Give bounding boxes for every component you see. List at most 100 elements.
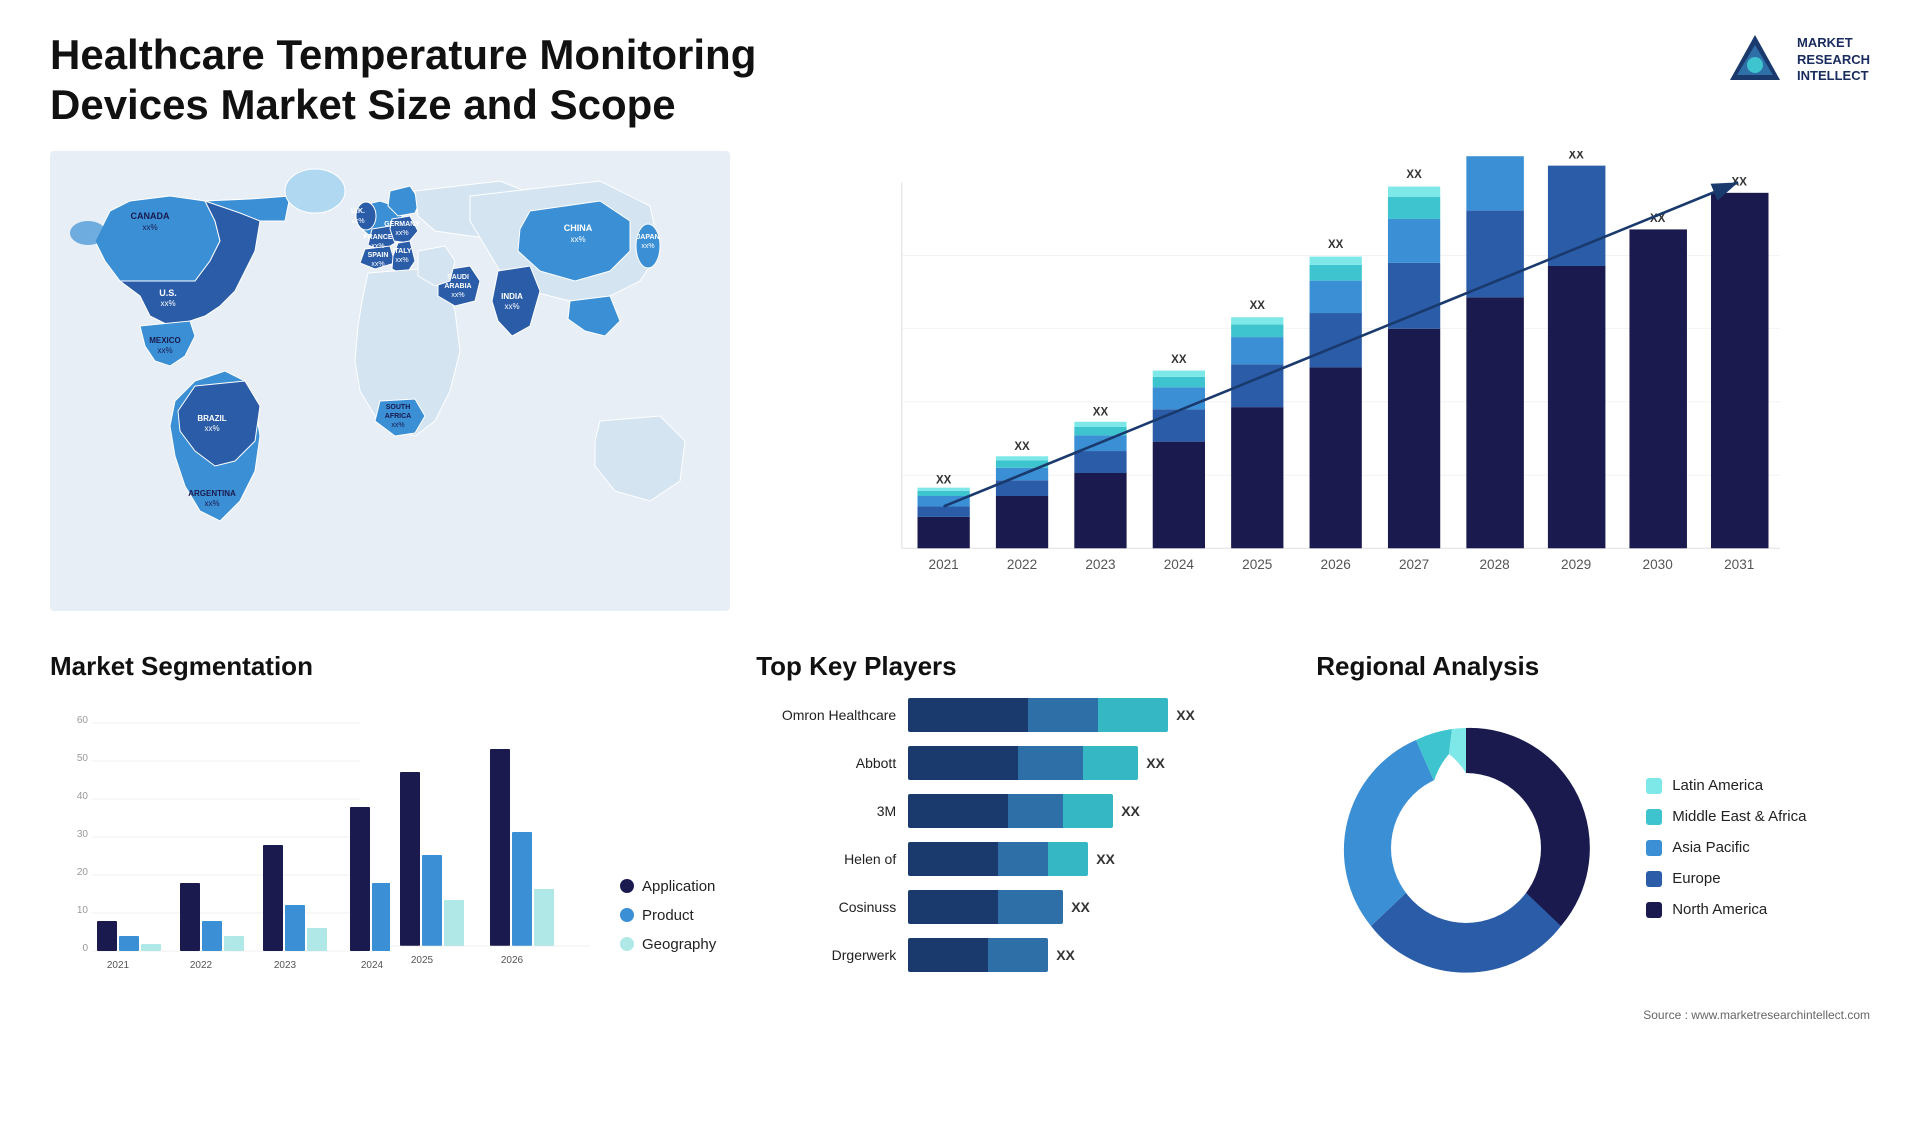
svg-text:50: 50 (77, 753, 89, 764)
donut-legend: Latin America Middle East & Africa Asia … (1646, 777, 1806, 918)
players-title: Top Key Players (756, 651, 1276, 682)
regional-title: Regional Analysis (1316, 651, 1870, 682)
color-mea (1646, 809, 1662, 825)
svg-text:xx%: xx% (157, 346, 172, 355)
legend-mea: Middle East & Africa (1646, 808, 1806, 825)
svg-text:XX: XX (1171, 354, 1187, 366)
svg-text:XX: XX (1568, 151, 1584, 161)
player-row-omron: Omron Healthcare XX (756, 698, 1276, 732)
svg-text:30: 30 (77, 829, 89, 840)
player-bar-3m: XX (908, 794, 1276, 828)
player-label-cosinuss: XX (1071, 899, 1090, 915)
player-label-drgerwerk: XX (1056, 947, 1075, 963)
logo-text: MARKET RESEARCH INTELLECT (1797, 35, 1870, 86)
svg-text:U.S.: U.S. (159, 288, 177, 298)
svg-text:xx%: xx% (641, 243, 654, 250)
player-bar-omron: XX (908, 698, 1276, 732)
seg-chart-svg-2: 2025 2026 (390, 698, 590, 978)
donut-area: Latin America Middle East & Africa Asia … (1316, 698, 1870, 998)
svg-text:XX: XX (1487, 151, 1503, 154)
page-container: Healthcare Temperature Monitoring Device… (0, 0, 1920, 1146)
seg-chart-svg: 0 10 20 30 40 50 60 (50, 703, 390, 983)
svg-text:XX: XX (1328, 239, 1344, 251)
logo-area: MARKET RESEARCH INTELLECT (1725, 30, 1870, 90)
player-bar-abbott: XX (908, 746, 1276, 780)
svg-text:2022: 2022 (1007, 557, 1037, 572)
svg-text:2023: 2023 (274, 960, 297, 971)
legend-dot-geography (620, 937, 634, 951)
color-north-america (1646, 902, 1662, 918)
player-row-3m: 3M XX (756, 794, 1276, 828)
svg-text:XX: XX (1732, 176, 1748, 188)
svg-text:xx%: xx% (395, 257, 408, 264)
svg-text:40: 40 (77, 791, 89, 802)
svg-text:2025: 2025 (411, 955, 434, 966)
svg-text:xx%: xx% (504, 302, 519, 311)
svg-text:2030: 2030 (1643, 557, 1674, 572)
svg-text:20: 20 (77, 867, 89, 878)
player-name-cosinuss: Cosinuss (756, 899, 896, 915)
player-name-abbott: Abbott (756, 755, 896, 771)
legend-label-product: Product (642, 907, 694, 924)
player-bar-cosinuss: XX (908, 890, 1276, 924)
svg-text:xx%: xx% (160, 299, 175, 308)
svg-text:SOUTH: SOUTH (386, 404, 411, 411)
players-section: Top Key Players Omron Healthcare XX Abbo… (756, 651, 1276, 1022)
svg-text:JAPAN: JAPAN (636, 234, 659, 241)
bottom-section: Market Segmentation 0 10 20 30 40 50 60 (50, 651, 1870, 1022)
bar-chart-container: XX XX XX (770, 151, 1870, 611)
player-name-omron: Omron Healthcare (756, 707, 896, 723)
svg-text:SAUDI: SAUDI (447, 274, 469, 281)
svg-text:2024: 2024 (1164, 557, 1195, 572)
svg-text:AFRICA: AFRICA (385, 413, 411, 420)
svg-text:ARABIA: ARABIA (444, 283, 471, 290)
legend-latin-america: Latin America (1646, 777, 1806, 794)
svg-text:60: 60 (77, 715, 89, 726)
player-label-3m: XX (1121, 803, 1140, 819)
legend-europe: Europe (1646, 870, 1806, 887)
svg-text:xx%: xx% (204, 499, 219, 508)
segmentation-title: Market Segmentation (50, 651, 716, 682)
player-name-3m: 3M (756, 803, 896, 819)
donut-chart (1316, 698, 1616, 998)
player-label-abbott: XX (1146, 755, 1165, 771)
svg-text:2027: 2027 (1399, 557, 1429, 572)
legend-item-geography: Geography (620, 936, 716, 953)
player-name-helen: Helen of (756, 851, 896, 867)
svg-text:XX: XX (1014, 441, 1030, 453)
svg-text:2021: 2021 (107, 960, 130, 971)
svg-text:ARGENTINA: ARGENTINA (188, 489, 236, 498)
world-map: CANADA xx% U.S. xx% MEXICO xx% BRAZIL xx… (50, 151, 730, 611)
color-europe (1646, 871, 1662, 887)
svg-text:U.K.: U.K. (351, 208, 365, 215)
svg-text:xx%: xx% (391, 422, 404, 429)
svg-text:2025: 2025 (1242, 557, 1272, 572)
player-row-drgerwerk: Drgerwerk XX (756, 938, 1276, 972)
svg-text:2021: 2021 (929, 557, 959, 572)
regional-section: Regional Analysis (1316, 651, 1870, 1022)
top-section: CANADA xx% U.S. xx% MEXICO xx% BRAZIL xx… (50, 151, 1870, 611)
svg-text:MEXICO: MEXICO (149, 336, 181, 345)
svg-text:CHINA: CHINA (564, 223, 593, 233)
player-row-abbott: Abbott XX (756, 746, 1276, 780)
legend-item-application: Application (620, 878, 716, 895)
svg-text:xx%: xx% (351, 218, 364, 225)
page-title: Healthcare Temperature Monitoring Device… (50, 30, 850, 131)
svg-text:2029: 2029 (1561, 557, 1591, 572)
legend-north-america: North America (1646, 901, 1806, 918)
svg-text:INDIA: INDIA (501, 292, 523, 301)
player-row-cosinuss: Cosinuss XX (756, 890, 1276, 924)
color-latin-america (1646, 778, 1662, 794)
svg-text:XX: XX (1406, 169, 1422, 181)
svg-text:xx%: xx% (204, 424, 219, 433)
player-label-helen: XX (1096, 851, 1115, 867)
svg-text:2024: 2024 (361, 960, 384, 971)
svg-text:2026: 2026 (501, 955, 524, 966)
label-north-america: North America (1672, 901, 1767, 918)
svg-text:2026: 2026 (1321, 557, 1351, 572)
color-asia-pacific (1646, 840, 1662, 856)
svg-text:CANADA: CANADA (131, 211, 170, 221)
legend-dot-application (620, 879, 634, 893)
svg-text:2031: 2031 (1724, 557, 1754, 572)
label-asia-pacific: Asia Pacific (1672, 839, 1750, 856)
